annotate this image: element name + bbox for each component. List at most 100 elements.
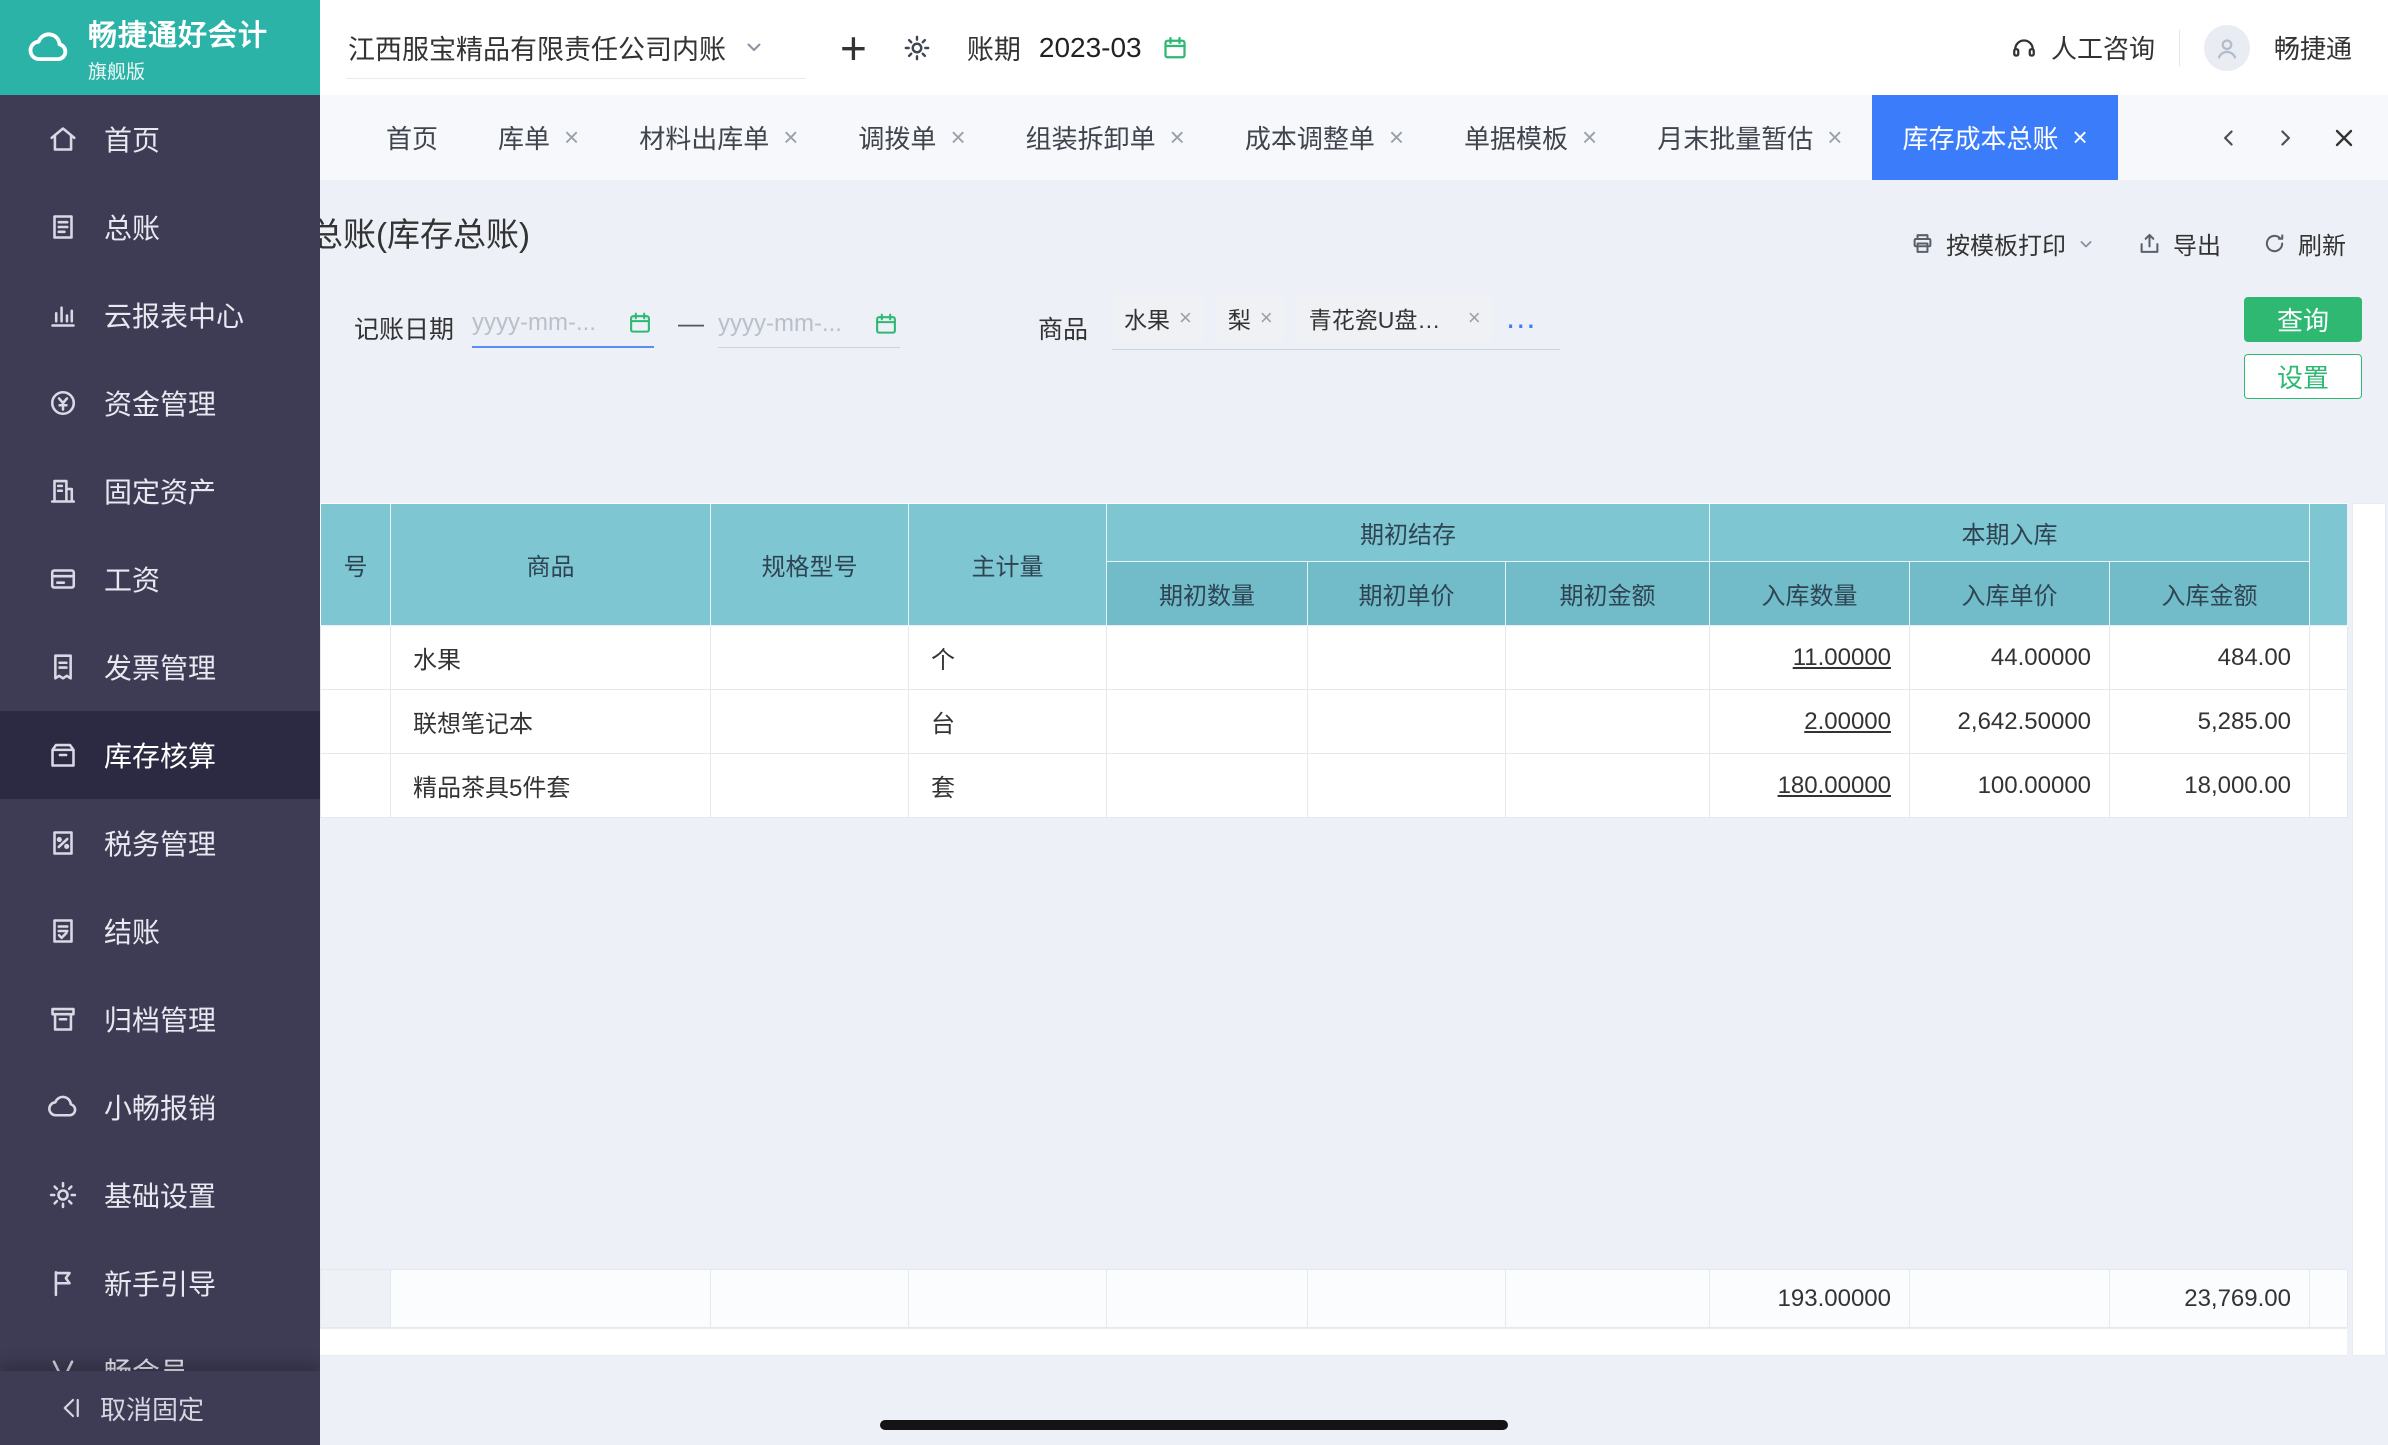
summary-in-qty: 193.00000 — [1709, 1269, 1910, 1328]
export-icon — [2140, 233, 2159, 253]
cell-in-qty-link[interactable]: 11.00000 — [1709, 625, 1911, 690]
column-header-code[interactable]: 号 — [320, 503, 391, 626]
more-tags-icon[interactable]: … — [1505, 301, 1537, 333]
sidebar-item-archive[interactable]: 归档管理 — [0, 975, 320, 1063]
cell-in-qty-link[interactable]: 180.00000 — [1709, 753, 1911, 818]
cell-code — [320, 625, 391, 690]
date-to-input[interactable] — [718, 309, 866, 338]
money-icon — [50, 390, 76, 416]
sidebar-item-tax[interactable]: 税务管理 — [0, 799, 320, 887]
avatar[interactable] — [2203, 24, 2250, 71]
company-selector[interactable]: 江西服宝精品有限责任公司内账 — [346, 17, 806, 79]
tab-material-outbound[interactable]: 材料出库单 × — [609, 95, 828, 180]
chevron-down-icon[interactable] — [2076, 234, 2096, 254]
add-account-button[interactable]: + — [840, 25, 867, 71]
account-settings-button[interactable] — [901, 32, 933, 64]
sidebar-item-funds[interactable]: 资金管理 — [0, 359, 320, 447]
sidebar-menu: 首页 总账 云报表中心 资金管理 固定资产 工资 发票管理 库存核算 税务管理 … — [0, 95, 320, 1371]
tab-close-icon[interactable]: × — [2072, 122, 2087, 153]
date-from-input[interactable] — [472, 309, 620, 337]
column-header-product[interactable]: 商品 — [390, 503, 711, 626]
sidebar-item-invoice[interactable]: 发票管理 — [0, 623, 320, 711]
chevron-down-icon — [747, 43, 761, 51]
sidebar-item-fixed-assets[interactable]: 固定资产 — [0, 447, 320, 535]
sidebar-item-label: 小畅报销 — [104, 1093, 217, 1124]
tabs-scroll-right-button[interactable] — [2260, 113, 2310, 163]
group-header-opening: 期初结存 — [1105, 503, 1711, 562]
payroll-card-icon — [50, 569, 76, 589]
calendar-icon[interactable] — [626, 309, 654, 337]
tab-transfer-order[interactable]: 调拨单 × — [828, 95, 995, 180]
tab-close-icon[interactable]: × — [950, 122, 965, 153]
tab-inventory-cost-ledger[interactable]: 库存成本总账 × — [1872, 95, 2118, 180]
tag-remove-icon[interactable]: × — [1468, 306, 1481, 329]
refresh-button[interactable]: 刷新 — [2261, 226, 2346, 261]
tab-close-icon[interactable]: × — [564, 122, 579, 153]
cell-in-qty-link[interactable]: 2.00000 — [1709, 689, 1911, 754]
tag-remove-icon[interactable]: × — [1179, 306, 1192, 329]
sidebar-item-label: 固定资产 — [104, 477, 217, 508]
cell-in-price: 100.00000 — [1909, 753, 2111, 818]
tab-inbound-order[interactable]: 库单 × — [468, 95, 609, 180]
close-all-tabs-button[interactable] — [2316, 113, 2372, 163]
support-label: 人工咨询 — [2050, 34, 2155, 64]
column-header-opening-qty[interactable]: 期初数量 — [1106, 561, 1308, 626]
vertical-scrollbar-track[interactable] — [2352, 503, 2386, 1356]
sidebar-item-payroll[interactable]: 工资 — [0, 535, 320, 623]
export-button[interactable]: 导出 — [2136, 226, 2221, 261]
column-header-in-qty[interactable]: 入库数量 — [1709, 561, 1911, 626]
tabs-scroll-left-button[interactable] — [2204, 113, 2254, 163]
column-header-in-price[interactable]: 入库单价 — [1909, 561, 2111, 626]
user-name[interactable]: 畅捷通 — [2274, 29, 2352, 66]
closing-check-icon — [53, 919, 73, 943]
tab-doc-template[interactable]: 单据模板 × — [1434, 95, 1627, 180]
support-button[interactable]: 人工咨询 — [2009, 29, 2155, 66]
sidebar-item-label: 资金管理 — [104, 389, 217, 420]
column-header-spec[interactable]: 规格型号 — [710, 503, 909, 626]
query-button[interactable]: 查询 — [2244, 297, 2362, 342]
settings-button[interactable]: 设置 — [2244, 354, 2362, 399]
tab-cost-adjust[interactable]: 成本调整单 × — [1215, 95, 1434, 180]
sidebar-item-label: 归档管理 — [104, 1005, 217, 1036]
tab-close-icon[interactable]: × — [1827, 122, 1842, 153]
tab-close-icon[interactable]: × — [1582, 122, 1597, 153]
calendar-icon[interactable] — [872, 310, 900, 338]
printer-icon — [1913, 234, 1932, 253]
chevron-left-icon — [2224, 129, 2233, 146]
column-header-opening-price[interactable]: 期初单价 — [1307, 561, 1506, 626]
column-header-unit[interactable]: 主计量 — [908, 503, 1107, 626]
headset-icon — [2013, 38, 2035, 57]
sidebar-unpin-button[interactable]: 取消固定 — [0, 1371, 320, 1445]
sidebar-item-reimburse[interactable]: 小畅报销 — [0, 1063, 320, 1151]
tag-remove-icon[interactable]: × — [1260, 306, 1273, 329]
sidebar-item-home[interactable]: 首页 — [0, 95, 320, 183]
sidebar-item-closing[interactable]: 结账 — [0, 887, 320, 975]
sidebar-item-guide[interactable]: 新手引导 — [0, 1239, 320, 1327]
column-header-in-amount[interactable]: 入库金额 — [2109, 561, 2311, 626]
sidebar-item-member[interactable]: 畅会员 — [0, 1327, 320, 1371]
horizontal-scrollbar-thumb[interactable] — [880, 1420, 1508, 1430]
group-header-inbound: 本期入库 — [1709, 503, 2311, 562]
sidebar-item-inventory[interactable]: 库存核算 — [0, 711, 320, 799]
tag-label: 青花瓷U盘钢笔 — [1308, 306, 1459, 333]
product-filter-field[interactable]: 水果 × 梨 × 青花瓷U盘钢笔 × … — [1112, 293, 1560, 350]
period-value[interactable]: 2023-03 — [1039, 32, 1142, 64]
period-label: 账期 — [966, 35, 1021, 65]
sidebar-item-general-ledger[interactable]: 总账 — [0, 183, 320, 271]
tab-assembly-order[interactable]: 组装拆卸单 × — [996, 95, 1215, 180]
tab-close-icon[interactable]: × — [1170, 122, 1185, 153]
sidebar-item-label: 云报表中心 — [104, 301, 245, 332]
tab-close-icon[interactable]: × — [1389, 122, 1404, 153]
tab-month-end-estimate[interactable]: 月末批量暂估 × — [1627, 95, 1872, 180]
tab-home[interactable]: 首页 — [356, 95, 468, 180]
column-header-opening-amount[interactable]: 期初金额 — [1504, 561, 1711, 626]
sidebar-item-label: 新手引导 — [104, 1269, 217, 1300]
table-row[interactable]: 精品茶具5件套 套 180.00000 100.00000 18,000.00 — [320, 753, 2349, 818]
table-row[interactable]: 水果 个 11.00000 44.00000 484.00 — [320, 625, 2349, 690]
tab-close-icon[interactable]: × — [783, 122, 798, 153]
table-row[interactable]: 联想笔记本 台 2.00000 2,642.50000 5,285.00 — [320, 689, 2349, 754]
print-by-template-button[interactable]: 按模板打印 — [1909, 226, 2096, 261]
calendar-icon[interactable] — [1160, 33, 1190, 63]
sidebar-item-cloud-reports[interactable]: 云报表中心 — [0, 271, 320, 359]
sidebar-item-settings[interactable]: 基础设置 — [0, 1151, 320, 1239]
